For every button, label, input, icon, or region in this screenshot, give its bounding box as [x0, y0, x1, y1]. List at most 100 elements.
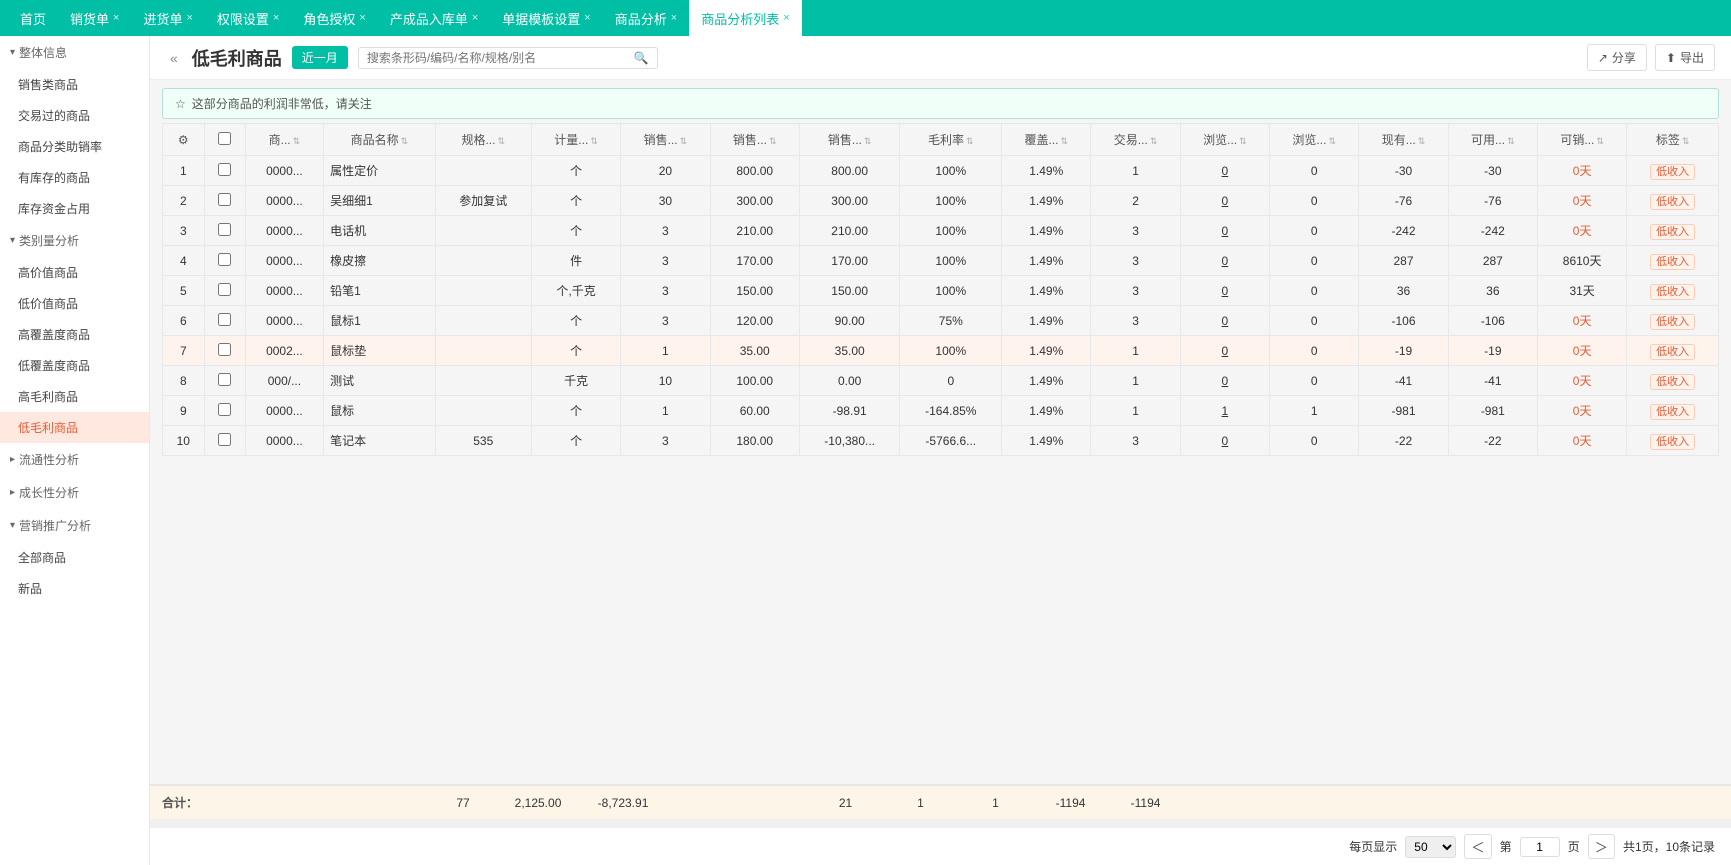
sidebar-item-low-value[interactable]: 低价值商品 [0, 288, 149, 319]
cell-checkbox[interactable] [204, 186, 245, 216]
row-checkbox[interactable] [218, 223, 231, 236]
cell-browse1[interactable]: 0 [1180, 426, 1269, 456]
cell-browse1[interactable]: 0 [1180, 246, 1269, 276]
nav-product-analysis-list[interactable]: 商品分析列表 × [689, 0, 801, 36]
sidebar-group-flow[interactable]: ▸ 流通性分析 [0, 443, 149, 476]
col-spec[interactable]: 规格...⇅ [435, 124, 531, 156]
cell-browse1[interactable]: 0 [1180, 366, 1269, 396]
time-filter-button[interactable]: 近一月 [292, 46, 348, 69]
search-icon[interactable]: 🔍 [634, 51, 649, 65]
row-checkbox[interactable] [218, 403, 231, 416]
col-code[interactable]: 商...⇅ [245, 124, 323, 156]
browse-link[interactable]: 0 [1222, 344, 1229, 358]
browse-link[interactable]: 1 [1222, 404, 1229, 418]
nav-home[interactable]: 首页 [8, 0, 58, 36]
browse-link[interactable]: 0 [1222, 374, 1229, 388]
cell-browse1[interactable]: 0 [1180, 156, 1269, 186]
page-number-input[interactable] [1520, 837, 1560, 857]
cell-checkbox[interactable] [204, 396, 245, 426]
share-button[interactable]: ↗ 分享 [1587, 44, 1647, 71]
cell-browse1[interactable]: 0 [1180, 336, 1269, 366]
sidebar-item-high-margin[interactable]: 高毛利商品 [0, 381, 149, 412]
row-checkbox[interactable] [218, 343, 231, 356]
col-saleable[interactable]: 可销...⇅ [1537, 124, 1626, 156]
col-sales-qty[interactable]: 销售...⇅ [621, 124, 710, 156]
close-icon[interactable]: × [273, 12, 279, 24]
sidebar-item-stock-products[interactable]: 有库存的商品 [0, 162, 149, 193]
close-icon[interactable]: × [359, 12, 365, 24]
sidebar-item-low-coverage[interactable]: 低覆盖度商品 [0, 350, 149, 381]
cell-checkbox[interactable] [204, 276, 245, 306]
sidebar-item-all-products[interactable]: 全部商品 [0, 542, 149, 573]
col-browse2[interactable]: 浏览...⇅ [1270, 124, 1359, 156]
col-checkbox[interactable] [204, 124, 245, 156]
cell-checkbox[interactable] [204, 336, 245, 366]
col-unit[interactable]: 计量...⇅ [531, 124, 620, 156]
sidebar-item-high-value[interactable]: 高价值商品 [0, 257, 149, 288]
sidebar-item-traded-products[interactable]: 交易过的商品 [0, 100, 149, 131]
close-icon-active[interactable]: × [783, 12, 789, 24]
browse-link[interactable]: 0 [1222, 254, 1229, 268]
cell-browse1[interactable]: 1 [1180, 396, 1269, 426]
per-page-select[interactable]: 50 100 200 [1405, 836, 1456, 858]
nav-permissions[interactable]: 权限设置 × [205, 0, 291, 36]
collapse-sidebar-button[interactable]: « [166, 46, 182, 70]
sidebar-item-low-margin[interactable]: 低毛利商品 [0, 412, 149, 443]
sidebar-group-category[interactable]: ▾ 类别量分析 [0, 224, 149, 257]
nav-product-analysis[interactable]: 商品分析 × [603, 0, 689, 36]
browse-link[interactable]: 0 [1222, 224, 1229, 238]
col-browse1[interactable]: 浏览...⇅ [1180, 124, 1269, 156]
sidebar-group-growth[interactable]: ▸ 成长性分析 [0, 476, 149, 509]
sidebar-group-overall[interactable]: ▾ 整体信息 [0, 36, 149, 69]
col-cover-rate[interactable]: 覆盖...⇅ [1002, 124, 1091, 156]
browse-link[interactable]: 0 [1222, 434, 1229, 448]
cell-checkbox[interactable] [204, 306, 245, 336]
col-name[interactable]: 商品名称⇅ [324, 124, 435, 156]
row-checkbox[interactable] [218, 283, 231, 296]
cell-browse1[interactable]: 0 [1180, 186, 1269, 216]
cell-checkbox[interactable] [204, 426, 245, 456]
row-checkbox[interactable] [218, 373, 231, 386]
sidebar-item-category-rate[interactable]: 商品分类助销率 [0, 131, 149, 162]
close-icon[interactable]: × [671, 12, 677, 24]
sidebar-group-marketing[interactable]: ▾ 营销推广分析 [0, 509, 149, 542]
browse-link[interactable]: 0 [1222, 164, 1229, 178]
prev-page-button[interactable]: ＜ [1464, 834, 1491, 859]
select-all-checkbox[interactable] [218, 132, 231, 145]
cell-browse1[interactable]: 0 [1180, 276, 1269, 306]
cell-checkbox[interactable] [204, 366, 245, 396]
close-icon[interactable]: × [113, 12, 119, 24]
sidebar-item-stock-capital[interactable]: 库存资金占用 [0, 193, 149, 224]
cell-browse1[interactable]: 0 [1180, 306, 1269, 336]
nav-template-settings[interactable]: 单据模板设置 × [490, 0, 602, 36]
row-checkbox[interactable] [218, 253, 231, 266]
cell-browse1[interactable]: 0 [1180, 216, 1269, 246]
sidebar-item-new-products[interactable]: 新品 [0, 573, 149, 604]
next-page-button[interactable]: ＞ [1588, 834, 1615, 859]
close-icon[interactable]: × [584, 12, 590, 24]
row-checkbox[interactable] [218, 433, 231, 446]
search-input[interactable] [367, 51, 634, 65]
browse-link[interactable]: 0 [1222, 194, 1229, 208]
close-icon[interactable]: × [472, 12, 478, 24]
cell-checkbox[interactable] [204, 246, 245, 276]
col-tag[interactable]: 标签⇅ [1627, 124, 1719, 156]
row-checkbox[interactable] [218, 313, 231, 326]
row-checkbox[interactable] [218, 163, 231, 176]
sidebar-item-high-coverage[interactable]: 高覆盖度商品 [0, 319, 149, 350]
horizontal-scrollbar[interactable] [150, 819, 1731, 827]
cell-checkbox[interactable] [204, 216, 245, 246]
export-button[interactable]: ⬆ 导出 [1655, 44, 1715, 71]
nav-sales-order[interactable]: 销货单 × [58, 0, 131, 36]
nav-product-storage[interactable]: 产成品入库单 × [378, 0, 490, 36]
col-settings[interactable]: ⚙ [163, 124, 205, 156]
col-available[interactable]: 可用...⇅ [1448, 124, 1537, 156]
close-icon[interactable]: × [186, 12, 192, 24]
col-trade[interactable]: 交易...⇅ [1091, 124, 1180, 156]
browse-link[interactable]: 0 [1222, 314, 1229, 328]
sidebar-item-sales-products[interactable]: 销售类商品 [0, 69, 149, 100]
col-sales-amount[interactable]: 销售...⇅ [799, 124, 900, 156]
nav-role-auth[interactable]: 角色授权 × [291, 0, 377, 36]
col-current-stock[interactable]: 现有...⇅ [1359, 124, 1448, 156]
browse-link[interactable]: 0 [1222, 284, 1229, 298]
